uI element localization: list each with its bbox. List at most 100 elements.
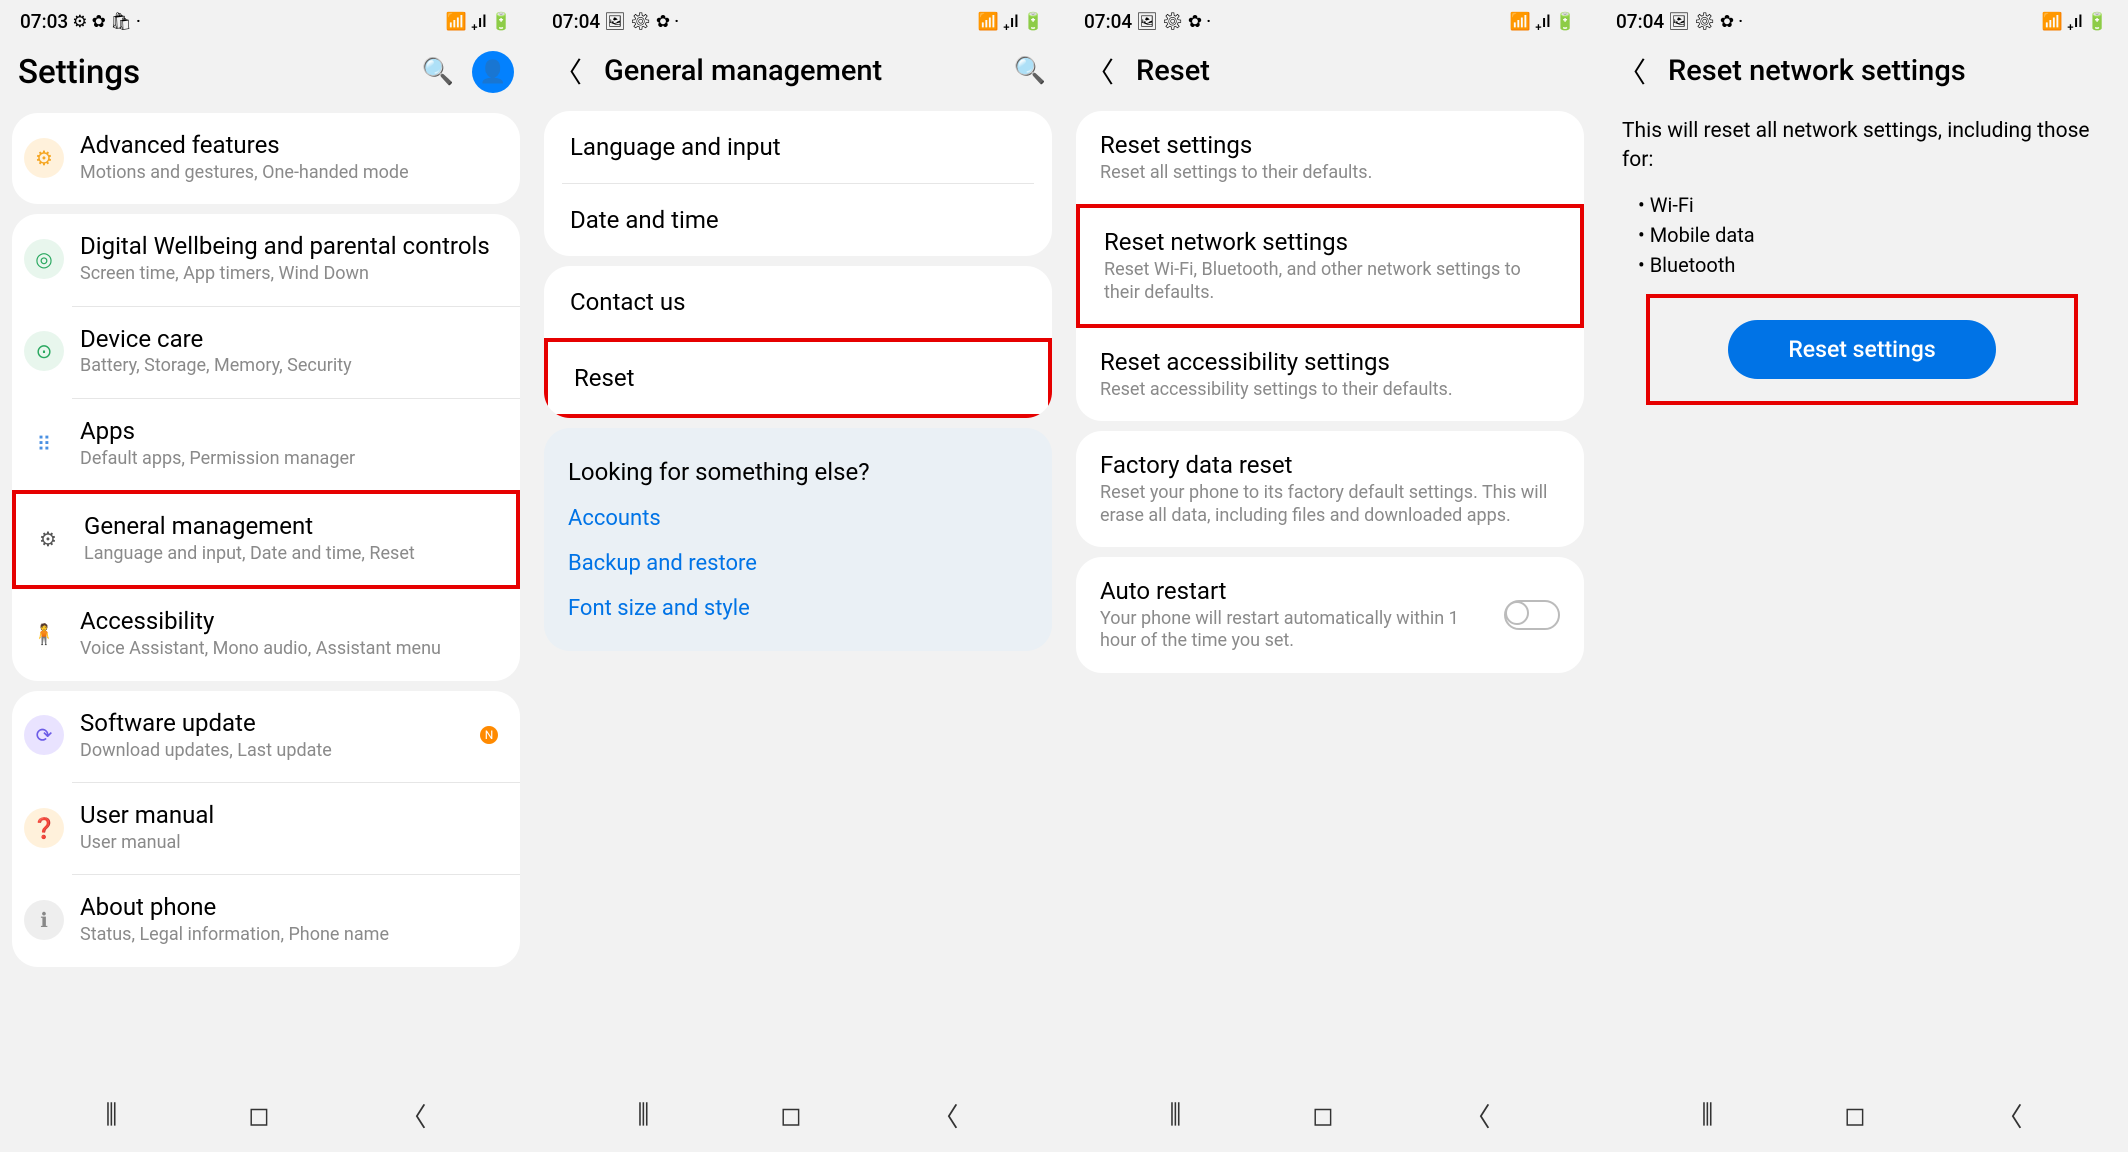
nav-bar: ⫼ ◻ 〈 — [1064, 1075, 1596, 1152]
auto-restart-toggle[interactable] — [1504, 600, 1560, 630]
row-contact-us[interactable]: Contact us — [544, 266, 1052, 338]
row-factory-data-reset[interactable]: Factory data reset Reset your phone to i… — [1076, 431, 1584, 547]
row-title: Device care — [80, 325, 498, 354]
page-title: Settings — [18, 53, 140, 92]
row-subtitle: Reset your phone to its factory default … — [1100, 482, 1560, 527]
row-language-input[interactable]: Language and input — [544, 111, 1052, 183]
nav-back-icon[interactable]: 〈 — [933, 1097, 959, 1134]
row-title: Reset settings — [1100, 131, 1560, 160]
status-time: 07:04 — [1084, 10, 1132, 33]
row-subtitle: Battery, Storage, Memory, Security — [80, 355, 498, 378]
row-user-manual[interactable]: ❓ User manual User manual — [12, 783, 520, 874]
status-right-icons: 📶 ₊ıl 🔋 — [446, 12, 512, 32]
back-icon[interactable]: 〈 — [1614, 51, 1650, 91]
nav-home-icon[interactable]: ◻ — [248, 1101, 270, 1131]
row-subtitle: Language and input, Date and time, Reset — [84, 543, 494, 566]
nav-recents-icon[interactable]: ⫼ — [105, 1100, 117, 1131]
row-title: Factory data reset — [1100, 451, 1560, 480]
row-general-management[interactable]: ⚙ General management Language and input,… — [16, 494, 516, 585]
section-heading: Looking for something else? — [544, 438, 1052, 496]
row-subtitle: Download updates, Last update — [80, 740, 464, 763]
status-left-icons: 🖼 ⚙ ✿ · — [1136, 12, 1211, 32]
row-advanced-features[interactable]: ⚙ Advanced features Motions and gestures… — [12, 113, 520, 204]
search-icon[interactable]: 🔍 — [422, 57, 454, 87]
row-title: Digital Wellbeing and parental controls — [80, 232, 498, 261]
nav-recents-icon[interactable]: ⫼ — [1701, 1100, 1713, 1131]
row-title: Reset accessibility settings — [1100, 348, 1560, 377]
software-update-icon: ⟳ — [24, 715, 64, 755]
page-title: Reset network settings — [1668, 54, 1966, 88]
row-title: User manual — [80, 801, 498, 830]
status-right-icons: 📶 ₊ıl 🔋 — [2042, 12, 2108, 32]
row-subtitle: Screen time, App timers, Wind Down — [80, 263, 498, 286]
row-title: Reset network settings — [1104, 228, 1556, 257]
status-right-icons: 📶 ₊ıl 🔋 — [978, 12, 1044, 32]
nav-bar: ⫼ ◻ 〈 — [0, 1075, 532, 1152]
bullet-list: Wi-Fi Mobile data Bluetooth — [1596, 186, 2128, 294]
row-subtitle: User manual — [80, 832, 498, 855]
row-accessibility[interactable]: 🧍 Accessibility Voice Assistant, Mono au… — [12, 589, 520, 680]
screen-reset: 07:04 🖼 ⚙ ✿ · 📶 ₊ıl 🔋 〈 Reset Reset sett… — [1064, 0, 1596, 1152]
reset-button-highlight: Reset settings — [1646, 294, 2078, 405]
status-left-icons: 🖼 ⚙ ✿ · — [1668, 12, 1743, 32]
status-time: 07:04 — [1616, 10, 1664, 33]
page-title: Reset — [1136, 54, 1210, 88]
update-badge: N — [480, 726, 498, 744]
row-subtitle: Reset all settings to their defaults. — [1100, 162, 1560, 185]
nav-home-icon[interactable]: ◻ — [1312, 1101, 1334, 1131]
apps-icon: ⠿ — [24, 424, 64, 464]
status-time: 07:03 — [20, 10, 68, 33]
row-auto-restart[interactable]: Auto restart Your phone will restart aut… — [1076, 557, 1584, 673]
row-subtitle: Reset accessibility settings to their de… — [1100, 379, 1560, 402]
row-reset-settings[interactable]: Reset settings Reset all settings to the… — [1076, 111, 1584, 204]
device-care-icon: ⊙ — [24, 331, 64, 371]
search-icon[interactable]: 🔍 — [1014, 56, 1046, 86]
nav-back-icon[interactable]: 〈 — [1465, 1097, 1491, 1134]
screen-settings: 07:03 ⚙ ✿ 🛍 · 📶 ₊ıl 🔋 Settings 🔍 👤 ⚙ Adv… — [0, 0, 532, 1152]
status-bar: 07:04 🖼 ⚙ ✿ · 📶 ₊ıl 🔋 — [532, 0, 1064, 37]
row-title: Apps — [80, 417, 498, 446]
row-software-update[interactable]: ⟳ Software update Download updates, Last… — [12, 691, 520, 782]
reset-settings-button[interactable]: Reset settings — [1728, 320, 1995, 379]
row-reset-accessibility-settings[interactable]: Reset accessibility settings Reset acces… — [1076, 328, 1584, 421]
link-font-size-style[interactable]: Font size and style — [544, 586, 1052, 631]
link-backup-restore[interactable]: Backup and restore — [544, 541, 1052, 586]
status-bar: 07:03 ⚙ ✿ 🛍 · 📶 ₊ıl 🔋 — [0, 0, 532, 37]
nav-back-icon[interactable]: 〈 — [1997, 1097, 2023, 1134]
nav-bar: ⫼ ◻ 〈 — [532, 1075, 1064, 1152]
user-manual-icon: ❓ — [24, 808, 64, 848]
nav-back-icon[interactable]: 〈 — [401, 1097, 427, 1134]
profile-icon[interactable]: 👤 — [472, 51, 514, 93]
row-about-phone[interactable]: ℹ About phone Status, Legal information,… — [12, 875, 520, 966]
nav-recents-icon[interactable]: ⫼ — [637, 1100, 649, 1131]
status-right-icons: 📶 ₊ıl 🔋 — [1510, 12, 1576, 32]
status-left-icons: ⚙ ✿ 🛍 · — [72, 12, 141, 32]
looking-for-section: Looking for something else? Accounts Bac… — [544, 428, 1052, 651]
header: Settings 🔍 👤 — [0, 37, 532, 113]
nav-recents-icon[interactable]: ⫼ — [1169, 1100, 1181, 1131]
status-bar: 07:04 🖼 ⚙ ✿ · 📶 ₊ıl 🔋 — [1064, 0, 1596, 37]
advanced-icon: ⚙ — [24, 138, 64, 178]
row-reset-network-settings[interactable]: Reset network settings Reset Wi-Fi, Blue… — [1080, 208, 1580, 324]
row-apps[interactable]: ⠿ Apps Default apps, Permission manager — [12, 399, 520, 490]
header: 〈 Reset — [1064, 37, 1596, 111]
link-accounts[interactable]: Accounts — [544, 496, 1052, 541]
page-title: General management — [604, 54, 882, 88]
back-icon[interactable]: 〈 — [1082, 51, 1118, 91]
info-text: This will reset all network settings, in… — [1596, 111, 2128, 186]
row-device-care[interactable]: ⊙ Device care Battery, Storage, Memory, … — [12, 307, 520, 398]
nav-home-icon[interactable]: ◻ — [780, 1101, 802, 1131]
row-title: General management — [84, 512, 494, 541]
row-title: Auto restart — [1100, 577, 1492, 606]
row-title: Advanced features — [80, 131, 498, 160]
wellbeing-icon: ◎ — [24, 239, 64, 279]
row-date-time[interactable]: Date and time — [544, 184, 1052, 256]
status-bar: 07:04 🖼 ⚙ ✿ · 📶 ₊ıl 🔋 — [1596, 0, 2128, 37]
general-management-icon: ⚙ — [28, 519, 68, 559]
row-subtitle: Status, Legal information, Phone name — [80, 924, 498, 947]
row-reset[interactable]: Reset — [548, 342, 1048, 414]
nav-home-icon[interactable]: ◻ — [1844, 1101, 1866, 1131]
row-subtitle: Motions and gestures, One-handed mode — [80, 162, 498, 185]
back-icon[interactable]: 〈 — [550, 51, 586, 91]
row-digital-wellbeing[interactable]: ◎ Digital Wellbeing and parental control… — [12, 214, 520, 305]
